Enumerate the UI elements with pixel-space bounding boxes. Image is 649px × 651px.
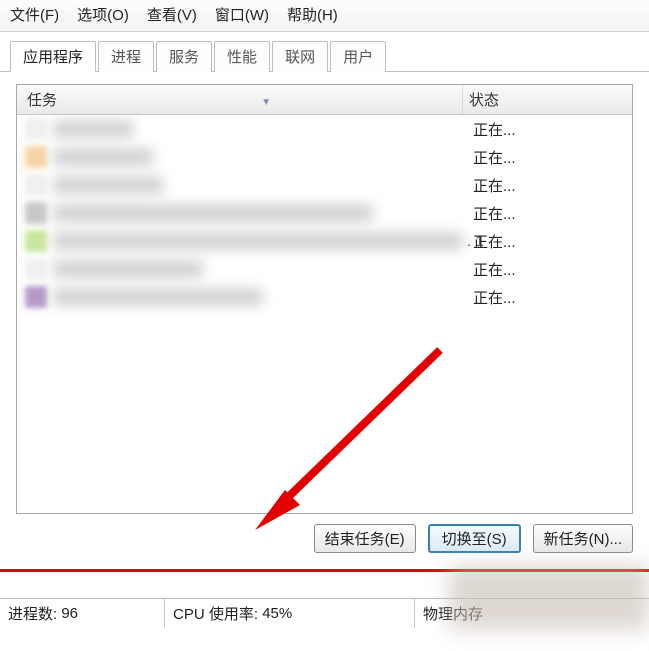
column-status-label: 状态 [469,89,499,110]
app-icon [25,174,47,196]
app-icon [25,258,47,280]
task-table: 任务 ▼ 状态 正在...正在...正在...正在.... 1正在...正在..… [16,84,633,514]
tab-bar: 应用程序 进程 服务 性能 联网 用户 [0,32,649,72]
status-cell: 正在... [473,287,516,308]
status-cell: 正在... [473,175,516,196]
status-memory: 物理内存 [415,599,649,628]
table-row[interactable]: 正在... [17,255,632,283]
menu-view[interactable]: 查看(V) [147,4,197,25]
menu-window[interactable]: 窗口(W) [215,4,269,25]
status-cpu: CPU 使用率: 45% [165,599,415,628]
button-row: 结束任务(E) 切换至(S) 新任务(N)... [16,514,633,561]
table-row[interactable]: . 1正在... [17,227,632,255]
status-cpu-value: 45% [262,605,292,622]
app-name-blurred [53,288,263,306]
tab-users[interactable]: 用户 [330,41,386,72]
app-icon [25,202,47,224]
app-icon [25,118,47,140]
table-header: 任务 ▼ 状态 [17,85,632,115]
menu-help[interactable]: 帮助(H) [287,4,338,25]
status-cell: 正在... [473,119,516,140]
menubar: 文件(F) 选项(O) 查看(V) 窗口(W) 帮助(H) [0,0,649,32]
applications-panel: 任务 ▼ 状态 正在...正在...正在...正在.... 1正在...正在..… [0,72,649,569]
end-task-button[interactable]: 结束任务(E) [314,524,416,553]
status-cell: 正在... [473,259,516,280]
app-name-blurred [53,176,163,194]
app-icon [25,286,47,308]
column-status[interactable]: 状态 [462,85,632,114]
app-name-blurred [53,260,203,278]
app-icon [25,146,47,168]
app-name-blurred [53,232,463,250]
status-processes-value: 96 [61,605,78,622]
app-name-blurred [53,120,133,138]
sort-indicator-icon: ▼ [261,97,271,108]
menu-file[interactable]: 文件(F) [10,4,59,25]
app-name-blurred [53,204,373,222]
tab-services[interactable]: 服务 [156,41,212,72]
tab-networking[interactable]: 联网 [272,41,328,72]
table-row[interactable]: 正在... [17,171,632,199]
menu-options[interactable]: 选项(O) [77,4,129,25]
status-processes: 进程数: 96 [0,599,165,628]
status-cell: 正在... [473,231,516,252]
status-cell: 正在... [473,147,516,168]
switch-to-button[interactable]: 切换至(S) [428,524,521,553]
blurred-region [449,565,649,630]
table-row[interactable]: 正在... [17,115,632,143]
tab-processes[interactable]: 进程 [98,41,154,72]
app-name-blurred [53,148,153,166]
status-cell: 正在... [473,203,516,224]
new-task-button[interactable]: 新任务(N)... [533,524,633,553]
status-bar: 进程数: 96 CPU 使用率: 45% 物理内存 [0,598,649,628]
status-cpu-label: CPU 使用率: [173,603,258,624]
status-processes-label: 进程数: [8,603,57,624]
column-task-label: 任务 [27,92,57,109]
tab-applications[interactable]: 应用程序 [10,41,96,72]
table-body: 正在...正在...正在...正在.... 1正在...正在...正在... [17,115,632,513]
table-row[interactable]: 正在... [17,199,632,227]
column-task[interactable]: 任务 ▼ [17,89,462,110]
app-icon [25,230,47,252]
tab-performance[interactable]: 性能 [214,41,270,72]
table-row[interactable]: 正在... [17,143,632,171]
table-row[interactable]: 正在... [17,283,632,311]
